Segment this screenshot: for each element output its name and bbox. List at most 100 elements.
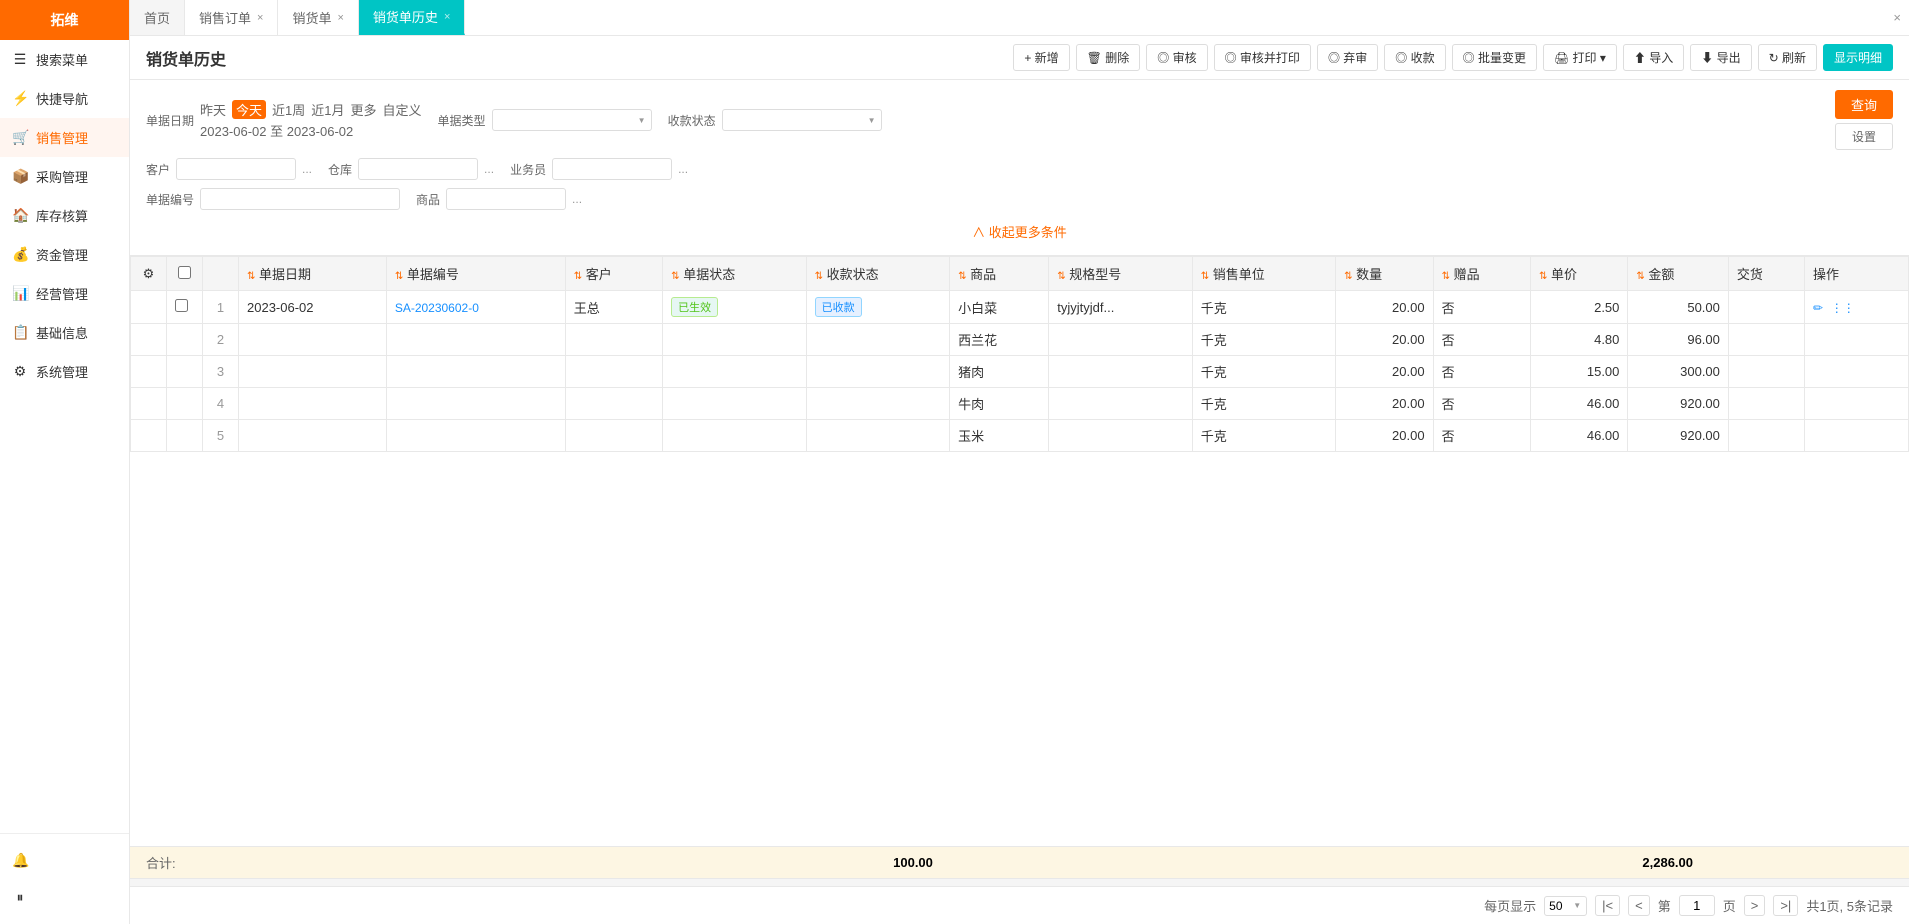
row1-doc-status-badge: 已生效: [671, 297, 718, 317]
data-table: ⚙ ⇅ 单据日期 ⇅ 单据编号 ⇅ 客户 ⇅ 单据状态 ⇅ 收款状态 ⇅ 商品 …: [130, 256, 1909, 452]
row4-gift: 否: [1433, 388, 1530, 420]
show-detail-button[interactable]: 显示明细: [1823, 44, 1893, 71]
tab-bar-close-all[interactable]: ×: [1893, 10, 1909, 25]
col-amount-label: 金额: [1648, 267, 1674, 282]
payment-status-select[interactable]: [722, 109, 882, 131]
export-button[interactable]: ⬇ 导出: [1690, 44, 1751, 71]
row1-delivery: [1728, 291, 1804, 324]
sidebar-item-basic-info[interactable]: 📋 基础信息: [0, 313, 129, 352]
row3-goods: 猪肉: [950, 356, 1049, 388]
delete-button[interactable]: 🗑 删除: [1076, 44, 1141, 71]
row4-price: 46.00: [1530, 388, 1627, 420]
customer-ellipsis[interactable]: ...: [302, 162, 312, 176]
sidebar-item-finance[interactable]: 💰 资金管理: [0, 235, 129, 274]
row1-select-checkbox[interactable]: [175, 299, 188, 312]
add-button[interactable]: + 新增: [1013, 44, 1069, 71]
row5-gift: 否: [1433, 420, 1530, 452]
tab-home-label: 首页: [144, 8, 170, 27]
goods-input[interactable]: [446, 188, 566, 210]
col-settings[interactable]: ⚙: [131, 257, 167, 291]
filter-customer-label: 客户: [146, 161, 170, 178]
sidebar-item-sales-mgmt[interactable]: 🛒 销售管理: [0, 118, 129, 157]
sidebar-pause[interactable]: ⏸: [0, 879, 129, 916]
row1-more-link[interactable]: ⋮⋮: [1831, 301, 1855, 315]
tab-sales-history[interactable]: 销货单历史 ×: [359, 0, 465, 35]
abandon-button[interactable]: ◎ 弃审: [1317, 44, 1378, 71]
warehouse-ellipsis[interactable]: ...: [484, 162, 494, 176]
row2-delivery: [1728, 324, 1804, 356]
goods-ellipsis[interactable]: ...: [572, 192, 582, 206]
collect-button[interactable]: ◎ 收款: [1384, 44, 1445, 71]
col-customer[interactable]: ⇅ 客户: [565, 257, 662, 291]
batch-change-button[interactable]: ◎ 批量变更: [1452, 44, 1537, 71]
footer-label: 合计:: [146, 853, 176, 872]
customer-input[interactable]: [176, 158, 296, 180]
tab-sales-delivery-close[interactable]: ×: [337, 12, 343, 24]
select-all-checkbox[interactable]: [178, 266, 191, 279]
col-doc-status[interactable]: ⇅ 单据状态: [663, 257, 806, 291]
col-payment-status[interactable]: ⇅ 收款状态: [806, 257, 949, 291]
col-qty[interactable]: ⇅ 数量: [1336, 257, 1433, 291]
doc-type-select[interactable]: [492, 109, 652, 131]
shortcut-today[interactable]: 今天: [232, 100, 266, 119]
sidebar-item-search-menu[interactable]: ☰ 搜索菜单: [0, 40, 129, 79]
query-button[interactable]: 查询: [1835, 90, 1893, 119]
audit-print-button[interactable]: ◎ 审核并打印: [1214, 44, 1311, 71]
row5-checkbox: [167, 420, 203, 452]
col-spec[interactable]: ⇅ 规格型号: [1049, 257, 1192, 291]
col-gift[interactable]: ⇅ 赠品: [1433, 257, 1530, 291]
sidebar-item-inventory[interactable]: 🏠 库存核算: [0, 196, 129, 235]
sidebar-notification[interactable]: 🔔: [0, 842, 129, 879]
salesperson-input[interactable]: [552, 158, 672, 180]
row2-spec: [1049, 324, 1192, 356]
col-unit[interactable]: ⇅ 销售单位: [1192, 257, 1335, 291]
row1-doc-no-link[interactable]: SA-20230602-0: [395, 301, 479, 315]
col-goods[interactable]: ⇅ 商品: [950, 257, 1049, 291]
row2-num: 2: [203, 324, 239, 356]
horizontal-scrollbar[interactable]: [130, 878, 1909, 886]
query-set-group: 查询 设置: [1835, 90, 1893, 150]
col-doc-no[interactable]: ⇅ 单据编号: [386, 257, 565, 291]
shortcut-more[interactable]: 更多: [351, 100, 377, 119]
sidebar-item-quick-nav[interactable]: ⚡ 快捷导航: [0, 79, 129, 118]
tab-sales-order[interactable]: 销售订单 ×: [185, 0, 278, 35]
doc-number-input[interactable]: [200, 188, 400, 210]
filter-row-1: 单据日期 昨天 今天 近1周 近1月 更多 自定义 2023-06-02 至 2…: [146, 90, 1893, 150]
first-page-button[interactable]: |<: [1595, 895, 1620, 916]
salesperson-ellipsis[interactable]: ...: [678, 162, 688, 176]
refresh-button[interactable]: ↻ 刷新: [1758, 44, 1817, 71]
import-button[interactable]: ⬆ 导入: [1623, 44, 1684, 71]
page-size-select[interactable]: 10 20 50 100: [1544, 896, 1587, 916]
page-title: 销货单历史: [146, 46, 1013, 70]
shortcut-yesterday[interactable]: 昨天: [200, 100, 226, 119]
tab-sales-delivery[interactable]: 销货单 ×: [278, 0, 358, 35]
col-amount[interactable]: ⇅ 金额: [1628, 257, 1728, 291]
last-page-button[interactable]: >|: [1773, 895, 1798, 916]
warehouse-input[interactable]: [358, 158, 478, 180]
row2-settings: [131, 324, 167, 356]
sidebar-item-system-mgmt[interactable]: ⚙ 系统管理: [0, 352, 129, 391]
sidebar-item-purchase-mgmt[interactable]: 📦 采购管理: [0, 157, 129, 196]
shortcut-custom[interactable]: 自定义: [383, 100, 422, 119]
row3-date: [239, 356, 387, 388]
col-price[interactable]: ⇅ 单价: [1530, 257, 1627, 291]
col-date[interactable]: ⇅ 单据日期: [239, 257, 387, 291]
filter-warehouse-label: 仓库: [328, 161, 352, 178]
filter-collapse[interactable]: ∧ 收起更多条件: [146, 218, 1893, 245]
sidebar-item-operations[interactable]: 📊 经营管理: [0, 274, 129, 313]
row1-edit-link[interactable]: ✏: [1813, 301, 1823, 315]
print-button[interactable]: 🖨 打印 ▾: [1543, 44, 1617, 71]
tab-home[interactable]: 首页: [130, 0, 185, 35]
shortcut-last7[interactable]: 近1周: [272, 100, 305, 119]
tab-sales-order-close[interactable]: ×: [257, 12, 263, 24]
tab-sales-history-close[interactable]: ×: [444, 11, 450, 23]
sidebar-item-label: 库存核算: [36, 206, 88, 225]
row4-checkbox: [167, 388, 203, 420]
set-button[interactable]: 设置: [1835, 123, 1893, 150]
page-number-input[interactable]: [1679, 895, 1715, 916]
filter-doc-number: 单据编号: [146, 188, 400, 210]
next-page-button[interactable]: >: [1744, 895, 1766, 916]
prev-page-button[interactable]: <: [1628, 895, 1650, 916]
audit-button[interactable]: ◎ 审核: [1146, 44, 1207, 71]
shortcut-last-month[interactable]: 近1月: [311, 100, 344, 119]
